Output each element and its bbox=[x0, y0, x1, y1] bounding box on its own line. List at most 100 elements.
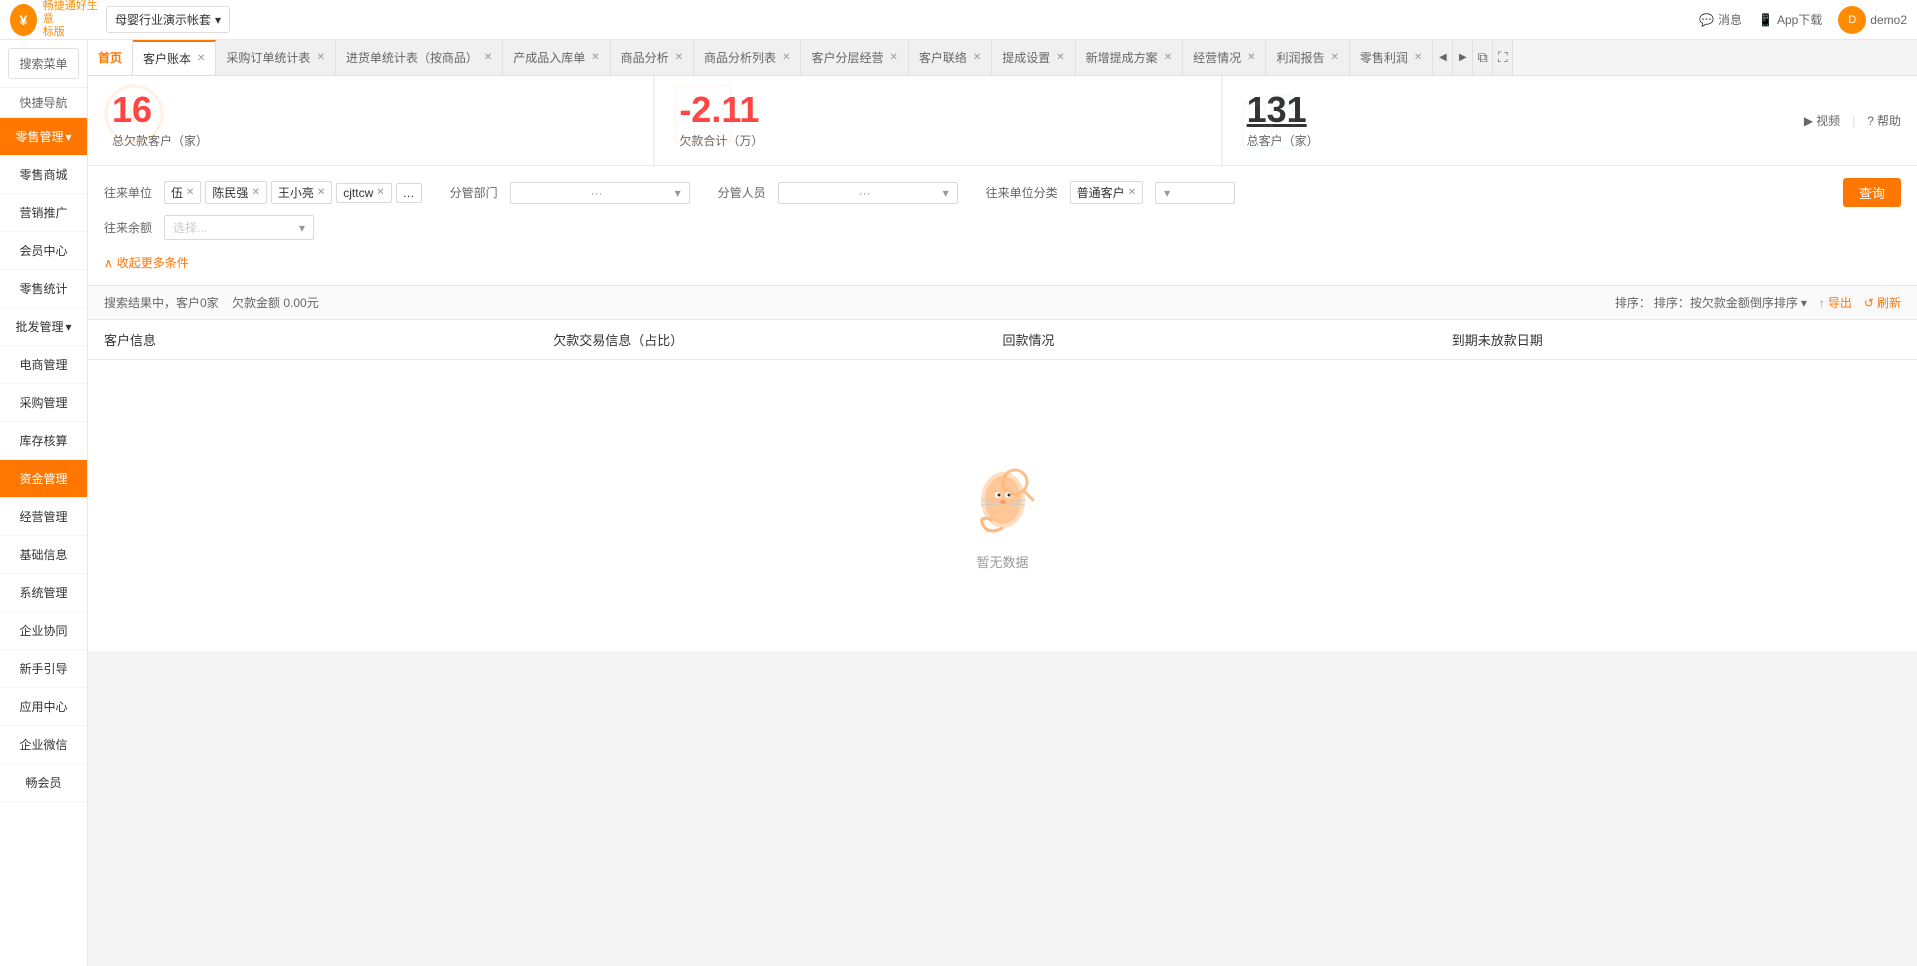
balance-select[interactable]: 选择... ▾ bbox=[164, 215, 314, 240]
tab-new-promote[interactable]: 新增提成方案 ✕ bbox=[1076, 40, 1183, 76]
remove-unit-wu[interactable]: ✕ bbox=[186, 187, 194, 198]
profit-report-tab-label: 利润报告 bbox=[1276, 49, 1324, 66]
message-btn[interactable]: 💬 消息 bbox=[1699, 11, 1742, 28]
sidebar-item-retail[interactable]: 零售管理 ▾ bbox=[0, 118, 87, 156]
tab-close-customers[interactable]: ✕ bbox=[197, 53, 205, 64]
help-icon: ? bbox=[1867, 114, 1874, 128]
stats-bar: ¥ 16 总欠款客户（家） ✦ bbox=[88, 76, 1917, 166]
sidebar-item-label: 新手引导 bbox=[19, 662, 67, 676]
remove-category-normal[interactable]: ✕ bbox=[1128, 187, 1136, 198]
person-chevron-icon: ▾ bbox=[943, 186, 949, 200]
dept-filter-label: 分管部门 bbox=[450, 184, 498, 201]
quick-nav-btn[interactable]: 快捷导航 bbox=[0, 88, 87, 118]
tab-home[interactable]: 首页 bbox=[88, 40, 133, 76]
tab-nav-left[interactable]: ◀ bbox=[1433, 40, 1453, 76]
workspace-selector[interactable]: 母婴行业演示帐套 ▾ bbox=[106, 6, 230, 33]
sidebar-item-batch[interactable]: 批发管理 ▾ bbox=[0, 308, 87, 346]
more-units-btn[interactable]: … bbox=[396, 183, 422, 203]
tab-inbound-stats[interactable]: 进货单统计表（按商品） ✕ bbox=[336, 40, 503, 76]
remove-unit-chen[interactable]: ✕ bbox=[251, 187, 259, 198]
sort-dropdown[interactable]: 排序： 排序：按欠款金额倒序排序 ▾ bbox=[1615, 294, 1807, 311]
tab-close-profit-report[interactable]: ✕ bbox=[1331, 52, 1339, 63]
content-area: 首页 客户账本 ✕ 采购订单统计表 ✕ 进货单统计表（按商品） ✕ 产成品入库单… bbox=[88, 40, 1917, 966]
user-menu[interactable]: D demo2 bbox=[1838, 6, 1907, 34]
sidebar-item-finance[interactable]: 资金管理 bbox=[0, 460, 87, 498]
sidebar-item-inventory[interactable]: 库存核算 bbox=[0, 422, 87, 460]
tab-close-customer-connect[interactable]: ✕ bbox=[973, 52, 981, 63]
home-tab-label: 首页 bbox=[98, 49, 122, 66]
results-bar: 搜索结果中，客户0家 欠款金额 0.00元 排序： 排序：按欠款金额倒序排序 ▾… bbox=[88, 286, 1917, 320]
stat-bg-icon-1: ¥ bbox=[104, 84, 164, 144]
sidebar-item-basics[interactable]: 基础信息 bbox=[0, 536, 87, 574]
empty-text: 暂无数据 bbox=[976, 552, 1028, 571]
app-download-btn[interactable]: 📱 App下载 bbox=[1758, 11, 1822, 28]
tab-product-inbound[interactable]: 产成品入库单 ✕ bbox=[503, 40, 610, 76]
sidebar-item-purchase[interactable]: 采购管理 bbox=[0, 384, 87, 422]
sidebar-item-system[interactable]: 系统管理 bbox=[0, 574, 87, 612]
sidebar-item-label: 营销推广 bbox=[19, 206, 67, 220]
top-right-links: ▶ 视频 | ? 帮助 bbox=[1788, 76, 1917, 165]
tab-window-icon[interactable]: ⧉ bbox=[1473, 40, 1493, 76]
search-menu-btn[interactable]: 搜索菜单 bbox=[8, 48, 79, 79]
unit-tag-wang: 王小亮 ✕ bbox=[271, 181, 332, 204]
tab-close-promote[interactable]: ✕ bbox=[1056, 52, 1064, 63]
category-select[interactable]: ▾ bbox=[1155, 182, 1235, 204]
sidebar-item-newbie[interactable]: 新手引导 bbox=[0, 650, 87, 688]
sidebar-item-ecommerce[interactable]: 电商管理 bbox=[0, 346, 87, 384]
sidebar-item-appstore[interactable]: 应用中心 bbox=[0, 688, 87, 726]
refresh-btn[interactable]: ↺ 刷新 bbox=[1864, 294, 1901, 311]
tab-close-inbound[interactable]: ✕ bbox=[484, 52, 492, 63]
remove-unit-cjttcw[interactable]: ✕ bbox=[376, 187, 384, 198]
sidebar-item-retail-stats[interactable]: 零售统计 bbox=[0, 270, 87, 308]
tab-customers[interactable]: 客户账本 ✕ bbox=[133, 40, 216, 76]
sidebar-item-marketing[interactable]: 营销推广 bbox=[0, 194, 87, 232]
help-link[interactable]: ? 帮助 bbox=[1867, 112, 1901, 129]
col-customer-info: 客户信息 bbox=[104, 330, 553, 349]
tab-close-customer-tier[interactable]: ✕ bbox=[889, 52, 897, 63]
tab-close-biz-status[interactable]: ✕ bbox=[1247, 52, 1255, 63]
video-icon: ▶ bbox=[1804, 114, 1813, 128]
tab-retail-profit[interactable]: 零售利润 ✕ bbox=[1350, 40, 1433, 76]
tab-profit-report[interactable]: 利润报告 ✕ bbox=[1266, 40, 1349, 76]
workspace-label: 母婴行业演示帐套 bbox=[115, 11, 211, 28]
tab-close-retail-profit[interactable]: ✕ bbox=[1414, 52, 1422, 63]
tab-close-product-analysis[interactable]: ✕ bbox=[675, 52, 683, 63]
tab-customer-tier[interactable]: 客户分层经营 ✕ bbox=[801, 40, 908, 76]
tab-fullscreen-icon[interactable]: ⛶ bbox=[1493, 40, 1513, 76]
sidebar-item-retail-mall[interactable]: 零售商城 bbox=[0, 156, 87, 194]
person-select[interactable]: ··· ▾ bbox=[778, 182, 958, 204]
sidebar-item-members[interactable]: 会员中心 bbox=[0, 232, 87, 270]
stat-bg-icon-2: ✦ bbox=[671, 82, 735, 146]
message-icon: 💬 bbox=[1699, 13, 1714, 27]
tab-close-new-promote[interactable]: ✕ bbox=[1164, 52, 1172, 63]
tab-close-product-analysis-list[interactable]: ✕ bbox=[782, 52, 790, 63]
export-btn[interactable]: ↑ 导出 bbox=[1819, 294, 1852, 311]
video-link[interactable]: ▶ 视频 bbox=[1804, 112, 1840, 129]
tab-close-product-inbound[interactable]: ✕ bbox=[591, 52, 599, 63]
tab-nav-right[interactable]: ▶ bbox=[1453, 40, 1473, 76]
sidebar-item-label: 资金管理 bbox=[19, 472, 67, 486]
stat-debt-total: ✦ -2.11 欠款合计（万） bbox=[655, 76, 1221, 165]
collapse-filter-btn[interactable]: ∧ 收起更多条件 bbox=[104, 248, 1901, 273]
tab-promote-settings[interactable]: 提成设置 ✕ bbox=[992, 40, 1075, 76]
tab-biz-status[interactable]: 经营情况 ✕ bbox=[1183, 40, 1266, 76]
tab-product-analysis[interactable]: 商品分析 ✕ bbox=[611, 40, 694, 76]
tab-product-analysis-list[interactable]: 商品分析列表 ✕ bbox=[694, 40, 801, 76]
product-inbound-tab-label: 产成品入库单 bbox=[513, 49, 585, 66]
tab-purchase-order[interactable]: 采购订单统计表 ✕ bbox=[216, 40, 335, 76]
query-btn[interactable]: 查询 bbox=[1843, 178, 1901, 207]
dept-select[interactable]: ··· ▾ bbox=[510, 182, 690, 204]
sidebar-item-vip[interactable]: 畅会员 bbox=[0, 764, 87, 802]
tab-customer-connect[interactable]: 客户联络 ✕ bbox=[909, 40, 992, 76]
customers-tab-label: 客户账本 bbox=[143, 50, 191, 67]
remove-unit-wang[interactable]: ✕ bbox=[317, 187, 325, 198]
category-filter-label: 往来单位分类 bbox=[986, 184, 1058, 201]
sidebar-item-operations[interactable]: 经营管理 bbox=[0, 498, 87, 536]
tab-close-purchase[interactable]: ✕ bbox=[316, 52, 324, 63]
sidebar-item-label: 基础信息 bbox=[19, 548, 67, 562]
empty-state: 暂无数据 bbox=[88, 360, 1917, 651]
sidebar-item-enterprise[interactable]: 企业协同 bbox=[0, 612, 87, 650]
sidebar-item-wecom[interactable]: 企业微信 bbox=[0, 726, 87, 764]
unit-tags: 伍 ✕ 陈民强 ✕ 王小亮 ✕ cjttcw ✕ bbox=[164, 181, 422, 204]
tab-bar: 首页 客户账本 ✕ 采购订单统计表 ✕ 进货单统计表（按商品） ✕ 产成品入库单… bbox=[88, 40, 1917, 76]
